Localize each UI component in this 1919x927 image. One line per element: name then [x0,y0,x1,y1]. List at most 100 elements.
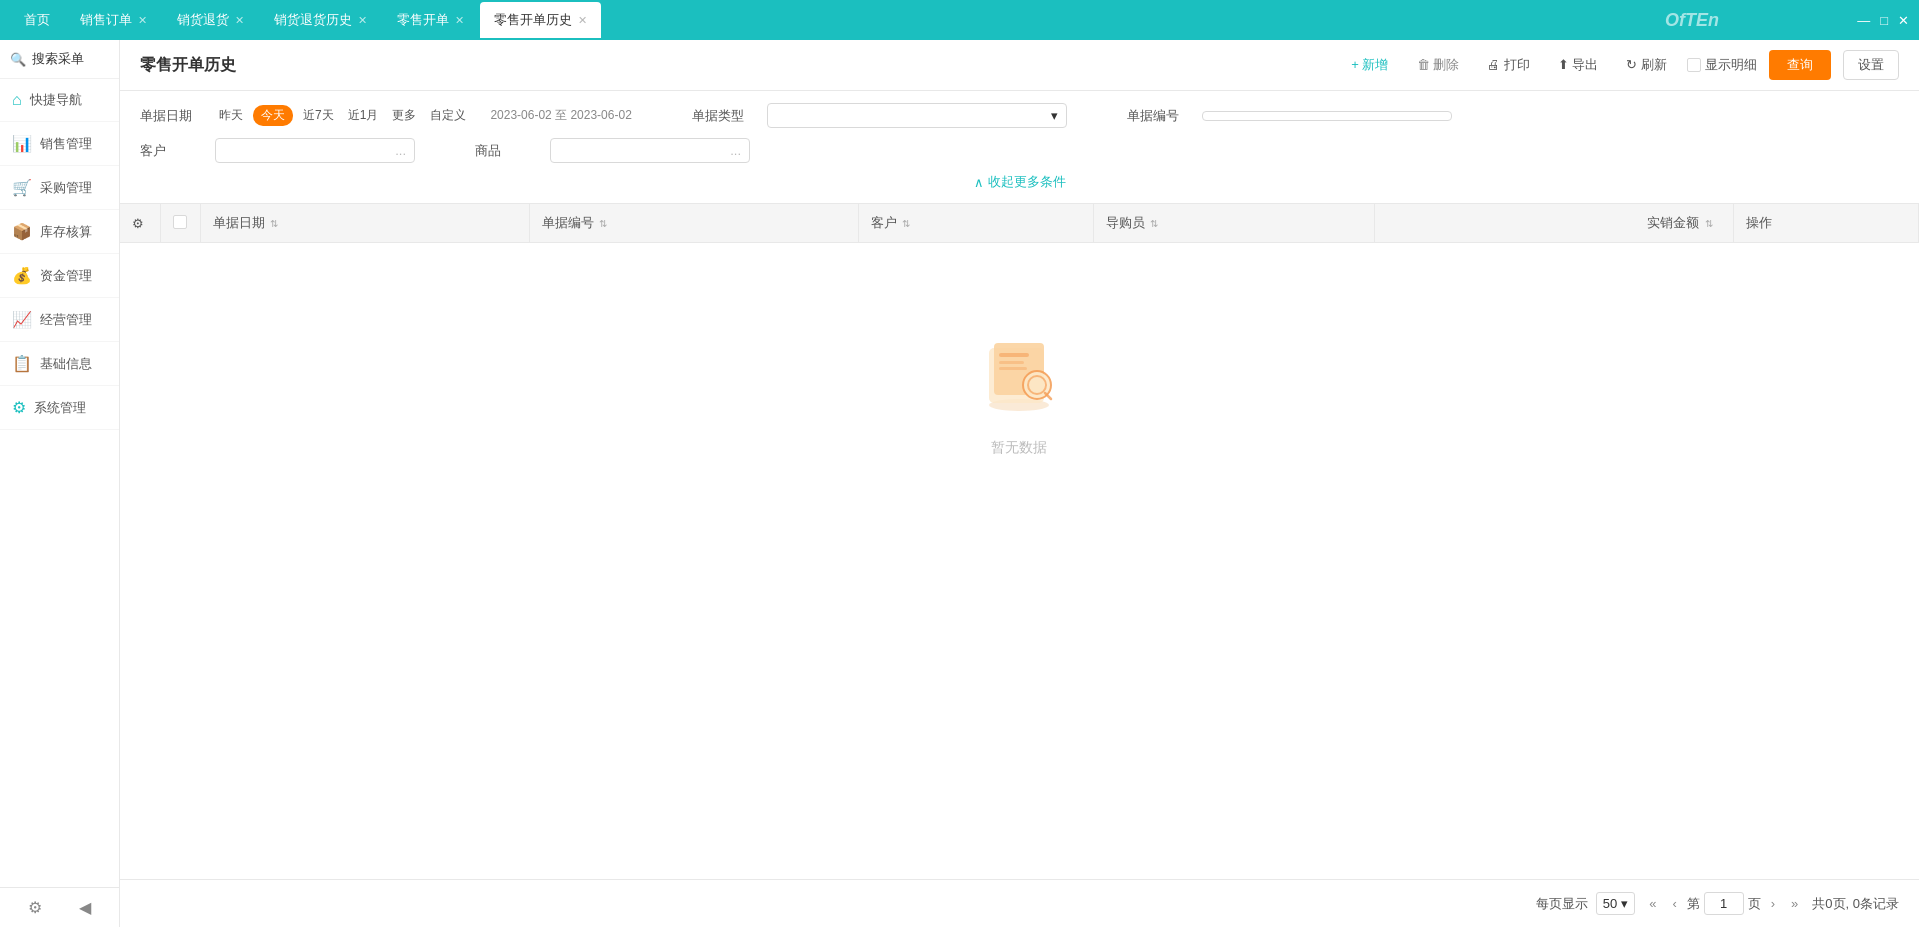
empty-text: 暂无数据 [991,439,1047,457]
show-detail-toggle[interactable]: 显示明细 [1687,56,1757,74]
refresh-button[interactable]: ↻ 刷新 [1618,52,1675,78]
tab-close-icon[interactable]: ✕ [578,14,587,27]
tab-销货退货[interactable]: 销货退货✕ [163,2,258,38]
th-customer-sort-icon[interactable]: ⇅ [902,218,910,229]
th-checkbox-input[interactable] [173,215,187,229]
goods-label: 商品 [475,142,530,160]
collapse-arrow-icon: ∧ [974,175,984,190]
sidebar-label-3: 库存核算 [40,223,92,241]
customer-input[interactable]: ... [215,138,415,163]
sidebar-icon-5: 📈 [12,310,32,329]
collapse-label: 收起更多条件 [988,173,1066,191]
tab-close-icon[interactable]: ✕ [455,14,464,27]
sidebar-item-4[interactable]: 💰 资金管理 [0,254,119,298]
date-buttons: 昨天今天近7天近1月更多自定义 [215,105,470,126]
th-guide-label: 导购员 [1106,215,1145,230]
search-icon: 🔍 [10,52,26,67]
query-button[interactable]: 查询 [1769,50,1831,80]
setting-button[interactable]: 设置 [1843,50,1899,80]
page-text: 第 [1687,895,1700,913]
th-action-label: 操作 [1746,215,1772,230]
date-btn-昨天[interactable]: 昨天 [215,105,247,126]
table-area: ⚙ 单据日期 ⇅ 单据编号 ⇅ 客户 [120,204,1919,879]
main-layout: 🔍 搜索采单 ⌂ 快捷导航 📊 销售管理 🛒 采购管理 📦 库存核算 💰 资金管… [0,40,1919,927]
th-checkbox[interactable] [160,204,200,243]
sidebar-search[interactable]: 🔍 搜索采单 [0,40,119,79]
search-label: 搜索采单 [32,50,84,68]
print-button[interactable]: 🖨 打印 [1479,52,1538,78]
first-page-btn[interactable]: « [1643,893,1662,914]
date-btn-近1月[interactable]: 近1月 [344,105,383,126]
last-page-btn[interactable]: » [1785,893,1804,914]
number-input[interactable] [1202,111,1452,121]
page-input[interactable] [1704,892,1744,915]
th-number: 单据编号 ⇅ [529,204,858,243]
window-max-btn[interactable]: □ [1880,13,1888,28]
tab-label: 零售开单 [397,11,449,29]
goods-input[interactable]: ... [550,138,750,163]
next-page-btn[interactable]: › [1765,893,1781,914]
svg-rect-5 [999,367,1027,370]
tab-首页[interactable]: 首页 [10,2,64,38]
date-btn-今天[interactable]: 今天 [253,105,293,126]
empty-icon [969,323,1069,423]
tab-零售开单历史[interactable]: 零售开单历史 ✕ [480,2,601,38]
window-min-btn[interactable]: — [1857,13,1870,28]
collapse-button[interactable]: ∧ 收起更多条件 [140,173,1899,191]
date-btn-自定义[interactable]: 自定义 [426,105,470,126]
tab-label: 销售订单 [80,11,132,29]
sidebar-label-6: 基础信息 [40,355,92,373]
prev-page-btn[interactable]: ‹ [1666,893,1682,914]
th-gear[interactable]: ⚙ [120,204,160,243]
sidebar-item-3[interactable]: 📦 库存核算 [0,210,119,254]
type-select[interactable]: ▾ [767,103,1067,128]
sidebar: 🔍 搜索采单 ⌂ 快捷导航 📊 销售管理 🛒 采购管理 📦 库存核算 💰 资金管… [0,40,120,927]
tab-销货退货历史[interactable]: 销货退货历史✕ [260,2,381,38]
filter-row-1: 单据日期 昨天今天近7天近1月更多自定义 2023-06-02 至 2023-0… [140,103,1899,128]
sidebar-item-6[interactable]: 📋 基础信息 [0,342,119,386]
collapse-icon[interactable]: ◀ [79,898,91,917]
tab-零售开单[interactable]: 零售开单 ✕ [383,2,478,38]
sidebar-label-2: 采购管理 [40,179,92,197]
sidebar-items: ⌂ 快捷导航 📊 销售管理 🛒 采购管理 📦 库存核算 💰 资金管理 📈 经营管… [0,79,119,430]
empty-state: 暂无数据 [120,243,1919,537]
sidebar-item-2[interactable]: 🛒 采购管理 [0,166,119,210]
th-number-sort-icon[interactable]: ⇅ [599,218,607,229]
tab-close-icon[interactable]: ✕ [235,14,244,27]
add-button[interactable]: + 新增 [1343,52,1396,78]
th-date-label: 单据日期 [213,215,265,230]
tab-close-icon[interactable]: ✕ [358,14,367,27]
tab-销售订单[interactable]: 销售订单 ✕ [66,2,161,38]
th-date: 单据日期 ⇅ [200,204,529,243]
th-guide-sort-icon[interactable]: ⇅ [1150,218,1158,229]
th-amount-sort-icon[interactable]: ⇅ [1705,218,1713,229]
th-customer-label: 客户 [871,215,897,230]
page-nav: « ‹ 第 页 › » [1643,892,1804,915]
page-title: 零售开单历史 [140,55,236,76]
th-action: 操作 [1733,204,1918,243]
settings-icon[interactable]: ⚙ [28,898,42,917]
data-table: ⚙ 单据日期 ⇅ 单据编号 ⇅ 客户 [120,204,1919,537]
date-btn-近7天[interactable]: 近7天 [299,105,338,126]
pagination: 每页显示 50 ▾ « ‹ 第 页 › » 共0页, 0条记录 [120,879,1919,927]
date-btn-更多[interactable]: 更多 [388,105,420,126]
export-button[interactable]: ⬆ 导出 [1550,52,1607,78]
sidebar-icon-4: 💰 [12,266,32,285]
tab-close-icon[interactable]: ✕ [138,14,147,27]
sidebar-item-0[interactable]: ⌂ 快捷导航 [0,79,119,122]
tab-label: 首页 [24,11,50,29]
svg-rect-3 [999,353,1029,357]
sidebar-label-4: 资金管理 [40,267,92,285]
th-date-sort-icon[interactable]: ⇅ [270,218,278,229]
tab-label: 零售开单历史 [494,11,572,29]
sidebar-item-1[interactable]: 📊 销售管理 [0,122,119,166]
page-size-select[interactable]: 50 ▾ [1596,892,1635,915]
sidebar-item-5[interactable]: 📈 经营管理 [0,298,119,342]
window-close-btn[interactable]: ✕ [1898,13,1909,28]
sidebar-icon-6: 📋 [12,354,32,373]
page-unit-label: 页 [1748,895,1761,913]
page-size-value: 50 [1603,896,1617,911]
show-detail-checkbox[interactable] [1687,58,1701,72]
delete-button[interactable]: 🗑 删除 [1409,52,1468,78]
sidebar-item-7[interactable]: ⚙ 系统管理 [0,386,119,430]
